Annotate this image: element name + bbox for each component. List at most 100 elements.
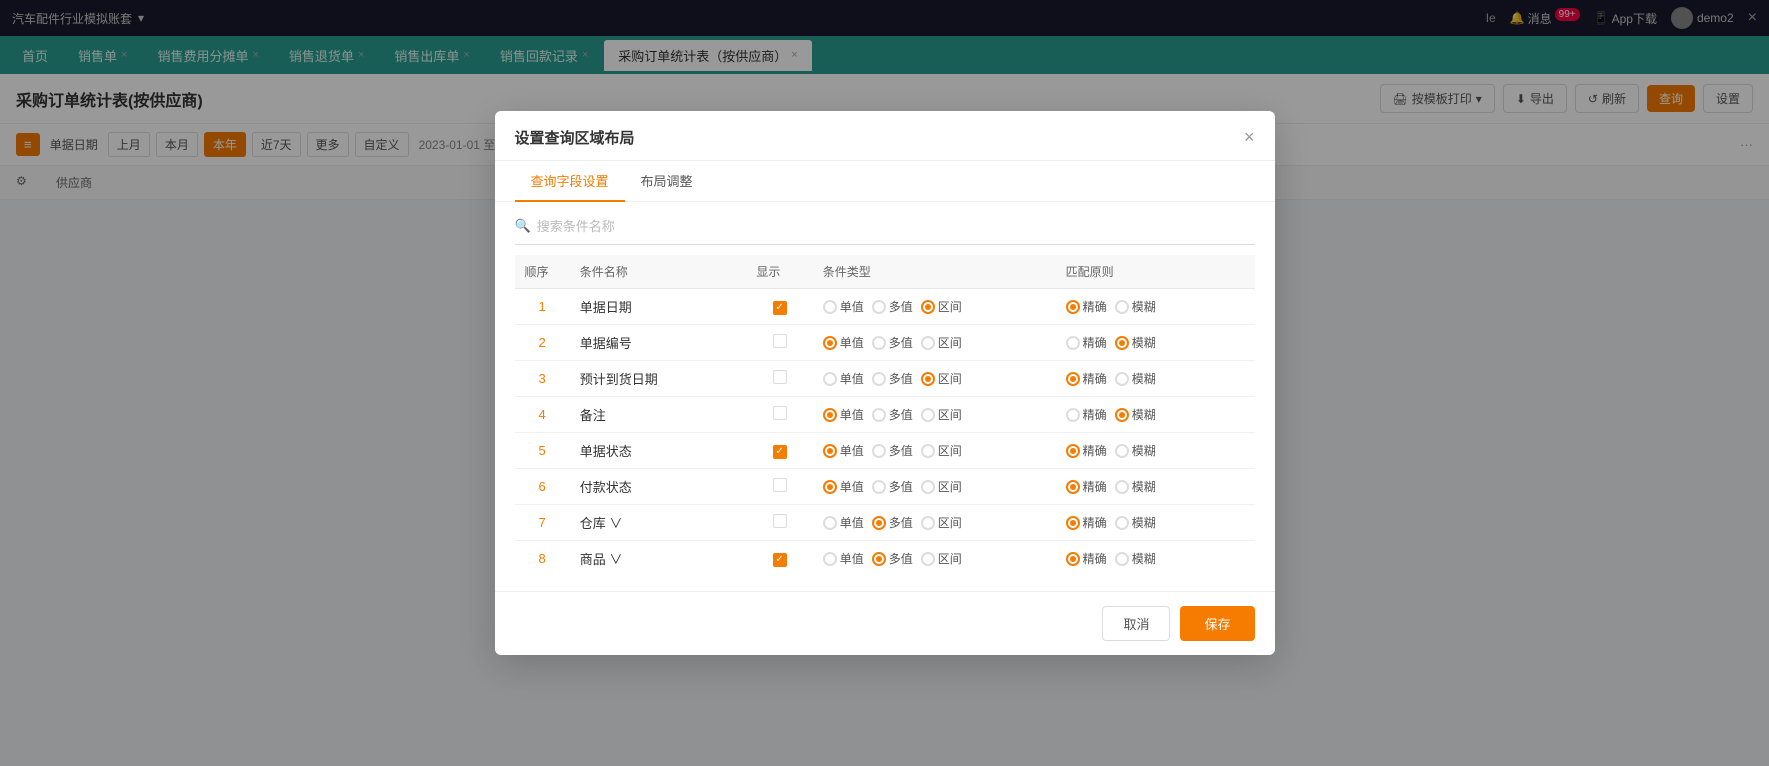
type-radio-多值[interactable]: 多值 (872, 370, 913, 387)
match-radio-精确[interactable]: 精确 (1066, 370, 1107, 387)
modal-close-btn[interactable]: × (1244, 127, 1255, 160)
cancel-button[interactable]: 取消 (1102, 606, 1170, 641)
radio-circle (1115, 372, 1129, 386)
radio-circle (872, 336, 886, 350)
type-radio-单值[interactable]: 单值 (823, 514, 864, 531)
cell-match: 精确模糊 (1056, 505, 1255, 541)
display-checkbox[interactable] (773, 406, 787, 420)
radio-circle (1066, 480, 1080, 494)
match-radio-模糊[interactable]: 模糊 (1115, 370, 1156, 387)
modal-header: 设置查询区域布局 × (495, 111, 1275, 161)
match-radio-模糊[interactable]: 模糊 (1115, 478, 1156, 495)
type-radio-区间[interactable]: 区间 (921, 370, 962, 387)
modal-title: 设置查询区域布局 (515, 127, 635, 160)
type-radio-区间[interactable]: 区间 (921, 406, 962, 423)
cell-name: 单据状态 (570, 433, 747, 469)
modal-tab-bar: 查询字段设置 布局调整 (495, 161, 1275, 202)
radio-circle (921, 300, 935, 314)
display-checkbox[interactable] (773, 478, 787, 492)
modal-tab-layout[interactable]: 布局调整 (625, 161, 709, 202)
th-display: 显示 (746, 255, 812, 289)
match-radio-精确[interactable]: 精确 (1066, 334, 1107, 351)
type-radio-区间[interactable]: 区间 (921, 298, 962, 315)
type-radio-区间[interactable]: 区间 (921, 478, 962, 495)
type-radio-单值[interactable]: 单值 (823, 442, 864, 459)
table-row: 2单据编号单值多值区间精确模糊 (515, 325, 1255, 361)
display-checkbox[interactable] (773, 370, 787, 384)
save-button[interactable]: 保存 (1180, 606, 1254, 641)
match-radio-精确[interactable]: 精确 (1066, 478, 1107, 495)
type-radio-多值[interactable]: 多值 (872, 334, 913, 351)
cell-match: 精确模糊 (1056, 289, 1255, 325)
type-radio-单值[interactable]: 单值 (823, 406, 864, 423)
radio-circle (921, 372, 935, 386)
type-radio-多值[interactable]: 多值 (872, 478, 913, 495)
match-radio-精确[interactable]: 精确 (1066, 298, 1107, 315)
type-radio-多值[interactable]: 多值 (872, 298, 913, 315)
cell-display[interactable]: ✓ (746, 541, 812, 576)
cell-match: 精确模糊 (1056, 325, 1255, 361)
radio-circle (872, 480, 886, 494)
display-checkbox[interactable] (773, 334, 787, 348)
cell-name: 单据编号 (570, 325, 747, 361)
type-radio-多值[interactable]: 多值 (872, 442, 913, 459)
radio-circle (1115, 480, 1129, 494)
match-radio-精确[interactable]: 精确 (1066, 514, 1107, 531)
match-radio-模糊[interactable]: 模糊 (1115, 550, 1156, 567)
cell-name: 备注 (570, 397, 747, 433)
type-radio-单值[interactable]: 单值 (823, 298, 864, 315)
match-radio-精确[interactable]: 精确 (1066, 442, 1107, 459)
match-radio-精确[interactable]: 精确 (1066, 550, 1107, 567)
radio-circle (1115, 408, 1129, 422)
type-radio-区间[interactable]: 区间 (921, 550, 962, 567)
type-radio-单值[interactable]: 单值 (823, 550, 864, 567)
radio-circle (1066, 300, 1080, 314)
cell-display[interactable] (746, 361, 812, 397)
cell-display[interactable]: ✓ (746, 433, 812, 469)
cell-name: 预计到货日期 (570, 361, 747, 397)
cell-display[interactable]: ✓ (746, 289, 812, 325)
match-radio-模糊[interactable]: 模糊 (1115, 442, 1156, 459)
modal-tab-query[interactable]: 查询字段设置 (515, 161, 625, 202)
cell-order: 5 (515, 433, 570, 469)
cell-match: 精确模糊 (1056, 541, 1255, 576)
radio-circle (921, 552, 935, 566)
cell-order: 6 (515, 469, 570, 505)
cell-type: 单值多值区间 (813, 541, 1056, 576)
display-checkbox[interactable]: ✓ (773, 301, 787, 315)
match-radio-模糊[interactable]: 模糊 (1115, 514, 1156, 531)
type-radio-区间[interactable]: 区间 (921, 334, 962, 351)
cell-display[interactable] (746, 469, 812, 505)
radio-circle (1115, 552, 1129, 566)
radio-circle (1115, 336, 1129, 350)
cell-display[interactable] (746, 325, 812, 361)
settings-table: 顺序 条件名称 显示 条件类型 匹配原则 1单据日期✓单值多值区间精确模糊2单据… (515, 255, 1255, 575)
type-radio-多值[interactable]: 多值 (872, 550, 913, 567)
modal-body: 🔍 顺序 条件名称 显示 条件类型 匹配原则 (495, 202, 1275, 591)
match-radio-模糊[interactable]: 模糊 (1115, 334, 1156, 351)
type-radio-单值[interactable]: 单值 (823, 334, 864, 351)
table-row: 4备注 单值多值区间 精确模糊 (515, 397, 1255, 433)
type-radio-区间[interactable]: 区间 (921, 514, 962, 531)
cell-order: 4 (515, 397, 570, 433)
radio-circle (1066, 516, 1080, 530)
type-radio-区间[interactable]: 区间 (921, 442, 962, 459)
th-match: 匹配原则 (1056, 255, 1255, 289)
match-radio-模糊[interactable]: 模糊 (1115, 298, 1156, 315)
type-radio-单值[interactable]: 单值 (823, 478, 864, 495)
table-row: 8商品 ∨✓单值多值区间精确模糊 (515, 541, 1255, 576)
cell-order: 8 (515, 541, 570, 576)
display-checkbox[interactable]: ✓ (773, 445, 787, 459)
search-input[interactable] (537, 219, 737, 234)
match-radio-模糊[interactable]: 模糊 (1115, 406, 1156, 423)
cell-display[interactable] (746, 505, 812, 541)
display-checkbox[interactable] (773, 514, 787, 528)
radio-circle (823, 516, 837, 530)
cell-display[interactable] (746, 397, 812, 433)
type-radio-多值[interactable]: 多值 (872, 514, 913, 531)
cell-match: 精确模糊 (1056, 433, 1255, 469)
match-radio-精确[interactable]: 精确 (1066, 406, 1107, 423)
type-radio-多值[interactable]: 多值 (872, 406, 913, 423)
display-checkbox[interactable]: ✓ (773, 553, 787, 567)
type-radio-单值[interactable]: 单值 (823, 370, 864, 387)
